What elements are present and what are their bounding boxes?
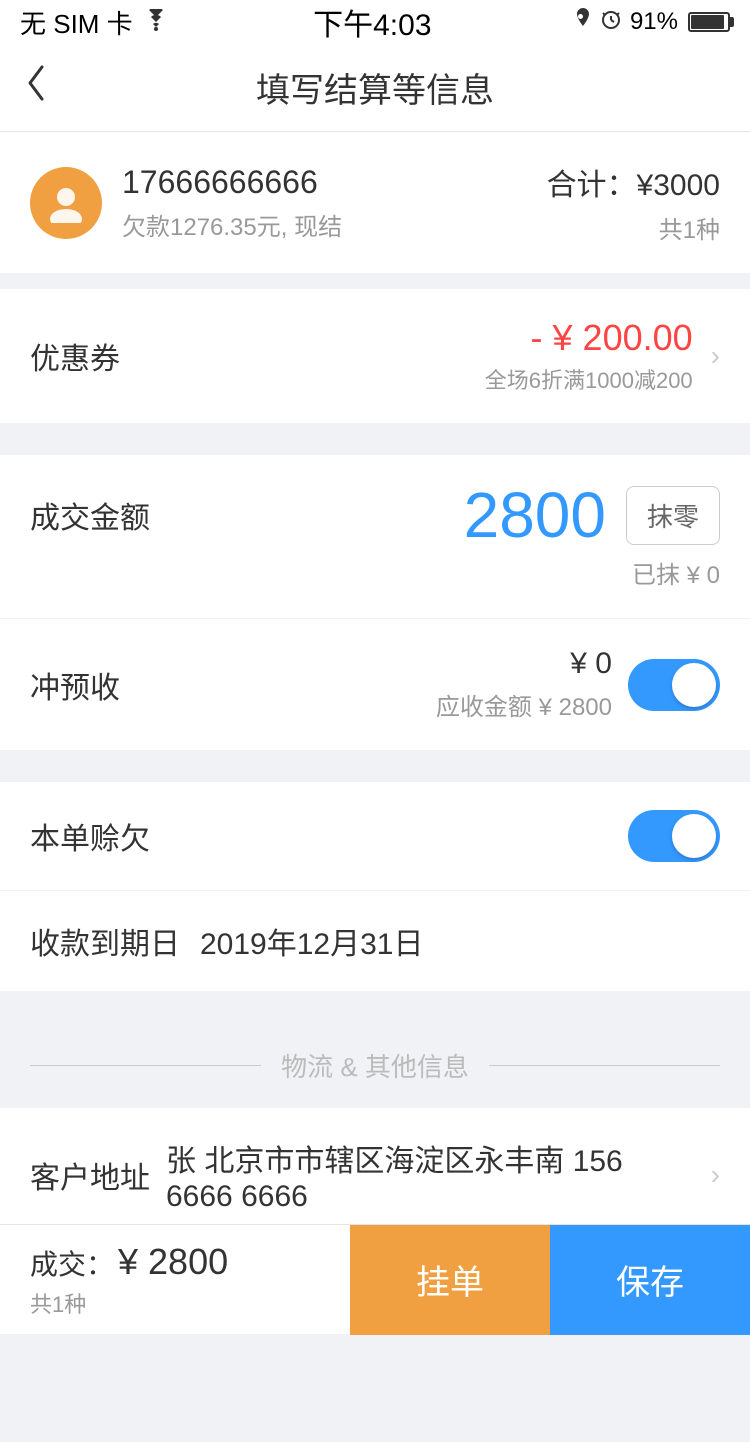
coupon-amount-col: - ¥ 200.00 全场6折满1000减200 — [485, 317, 693, 395]
user-phone: 17666666666 — [122, 164, 342, 201]
bottom-bar: 成交： ¥ 2800 共1种 挂单 保存 — [0, 1224, 750, 1334]
deal-amount-area: 2800 抹零 — [464, 483, 720, 547]
logistics-text: 物流 & 其他信息 — [261, 1047, 489, 1084]
logistics-line-right — [489, 1065, 720, 1066]
advance-amount-col: ¥ 0 应收金额 ¥ 2800 — [436, 647, 612, 722]
logistics-divider: 物流 & 其他信息 — [0, 1023, 750, 1108]
logistics-line-left — [30, 1065, 261, 1066]
user-info: 17666666666 欠款1276.35元, 现结 — [122, 164, 342, 242]
coupon-right: - ¥ 200.00 全场6折满1000减200 › — [485, 317, 720, 395]
advance-section: 冲预收 ¥ 0 应收金额 ¥ 2800 — [0, 619, 750, 750]
coupon-desc: 全场6折满1000减200 — [485, 363, 693, 395]
deal-section: 成交金额 2800 抹零 已抹 ¥ 0 — [0, 455, 750, 618]
advance-row: 冲预收 ¥ 0 应收金额 ¥ 2800 — [30, 647, 720, 722]
status-bar: 无 SIM 卡 下午4:03 91% — [0, 0, 750, 44]
round-zero-button[interactable]: 抹零 — [626, 486, 720, 545]
address-section[interactable]: 客户地址 张 北京市市辖区海淀区永丰南 156 6666 6666 › — [0, 1108, 750, 1242]
nav-bar: 填写结算等信息 — [0, 44, 750, 132]
address-label: 客户地址 — [30, 1153, 150, 1197]
deal-label: 成交金额 — [30, 493, 150, 537]
page-title: 填写结算等信息 — [256, 63, 494, 112]
advance-toggle[interactable] — [628, 659, 720, 711]
back-button[interactable] — [24, 63, 48, 112]
section-divider-3 — [0, 991, 750, 1007]
duedate-value: 2019年12月31日 — [200, 919, 423, 963]
advance-right: ¥ 0 应收金额 ¥ 2800 — [436, 647, 720, 722]
save-button[interactable]: 保存 — [550, 1225, 750, 1335]
total-count: 共1种 — [547, 210, 720, 245]
battery-icon — [688, 12, 730, 32]
advance-amount: ¥ 0 — [436, 647, 612, 681]
user-sub: 欠款1276.35元, 现结 — [122, 207, 342, 242]
bottom-deal-amount: ¥ 2800 — [118, 1241, 228, 1283]
duedate-section: 收款到期日 2019年12月31日 — [0, 891, 750, 991]
alarm-icon — [600, 8, 622, 37]
coupon-label: 优惠券 — [30, 334, 120, 378]
toggle-knob — [672, 663, 716, 707]
duedate-row: 收款到期日 2019年12月31日 — [30, 919, 720, 963]
battery-percent: 91% — [630, 8, 678, 36]
coupon-arrow-icon: › — [711, 340, 720, 372]
bottom-deal-label: 成交： — [30, 1243, 114, 1283]
deal-sub: 已抹 ¥ 0 — [30, 555, 720, 590]
writeoff-label: 本单赊欠 — [30, 814, 150, 858]
coupon-amount: - ¥ 200.00 — [485, 317, 693, 359]
address-content: 张 北京市市辖区海淀区永丰南 156 6666 6666 — [150, 1136, 711, 1214]
location-icon — [574, 8, 592, 37]
hang-button[interactable]: 挂单 — [350, 1225, 550, 1335]
duedate-label: 收款到期日 — [30, 919, 180, 963]
user-left: 17666666666 欠款1276.35元, 现结 — [30, 164, 342, 242]
section-divider — [0, 439, 750, 455]
address-arrow-icon: › — [711, 1159, 720, 1191]
bottom-summary: 成交： ¥ 2800 共1种 — [0, 1241, 350, 1319]
bottom-deal-row: 成交： ¥ 2800 — [30, 1241, 320, 1283]
status-right: 91% — [574, 8, 730, 37]
total-amount: 合计：¥3000 — [547, 160, 720, 204]
section-divider-2 — [0, 750, 750, 766]
writeoff-toggle-knob — [672, 814, 716, 858]
deal-amount: 2800 — [464, 483, 606, 547]
user-total: 合计：¥3000 共1种 — [547, 160, 720, 245]
avatar — [30, 167, 102, 239]
wifi-icon — [141, 7, 171, 38]
advance-label: 冲预收 — [30, 663, 120, 707]
deal-row: 成交金额 2800 抹零 — [30, 483, 720, 547]
writeoff-toggle[interactable] — [628, 810, 720, 862]
sim-label: 无 SIM 卡 — [20, 4, 133, 41]
coupon-section[interactable]: 优惠券 - ¥ 200.00 全场6折满1000减200 › — [0, 289, 750, 423]
writeoff-section: 本单赊欠 — [0, 782, 750, 890]
user-section: 17666666666 欠款1276.35元, 现结 合计：¥3000 共1种 — [0, 132, 750, 273]
status-left: 无 SIM 卡 — [20, 4, 171, 41]
status-time: 下午4:03 — [313, 0, 431, 44]
bottom-count: 共1种 — [30, 1287, 320, 1319]
advance-sub: 应收金额 ¥ 2800 — [436, 687, 612, 722]
